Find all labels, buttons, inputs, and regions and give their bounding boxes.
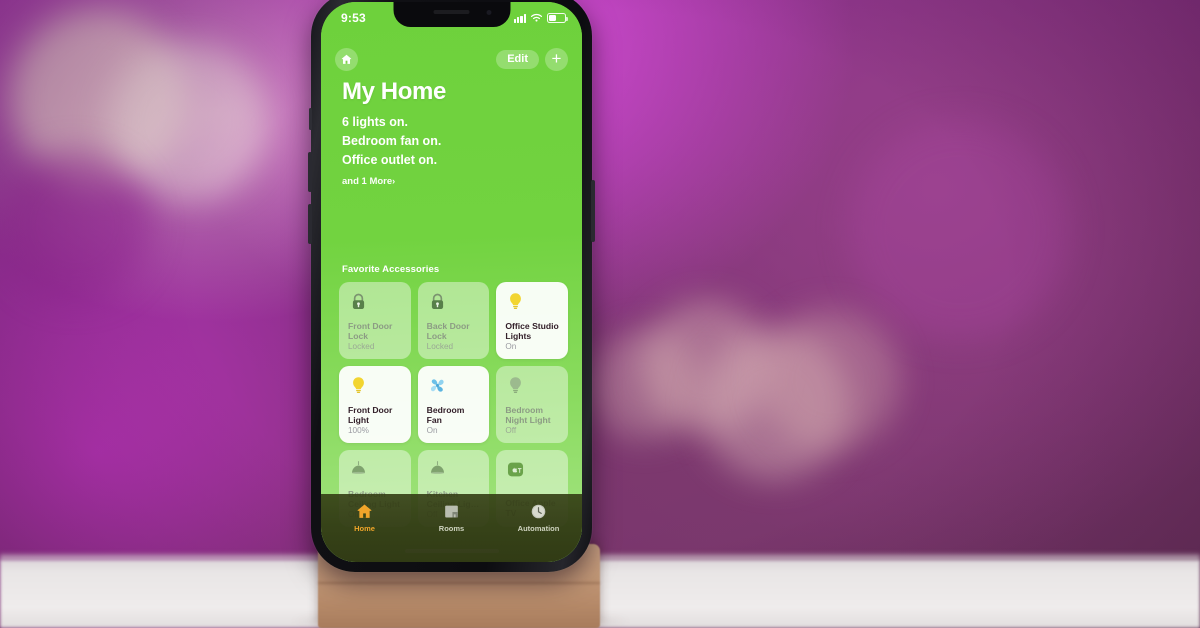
device-notch bbox=[393, 2, 510, 27]
accessory-text: Bedroom Fan On bbox=[427, 405, 482, 436]
accessory-name: Bedroom Night Light bbox=[505, 404, 551, 425]
lightbulb-icon bbox=[505, 375, 527, 397]
home-selector-button[interactable] bbox=[335, 48, 358, 71]
and-more-link[interactable]: and 1 More› bbox=[342, 176, 566, 187]
accessory-state: On bbox=[426, 426, 438, 436]
accessory-state: 100% bbox=[348, 426, 369, 436]
home-status-line: Bedroom fan on. bbox=[342, 134, 442, 148]
status-time: 9:53 bbox=[341, 11, 366, 25]
accessory-state: On bbox=[505, 342, 517, 352]
accessory-name: Office Studio Lights bbox=[505, 320, 559, 341]
phone-screen: 9:53 Edit + My Home 6 lights on. Bedroom… bbox=[321, 2, 582, 562]
lightbulb-icon bbox=[348, 375, 370, 397]
status-indicators bbox=[513, 13, 568, 23]
rooms-icon bbox=[441, 500, 463, 522]
volume-up-button[interactable] bbox=[308, 152, 312, 192]
accessory-state: Off bbox=[505, 426, 517, 436]
edit-button[interactable]: Edit bbox=[496, 50, 539, 69]
iphone-device: 9:53 Edit + My Home 6 lights on. Bedroom… bbox=[308, 0, 595, 572]
clock-icon bbox=[528, 500, 550, 522]
accessory-text: Back Door Lock Locked bbox=[427, 321, 482, 352]
plus-icon: + bbox=[551, 49, 562, 68]
accessory-text: Front Door Light 100% bbox=[348, 405, 403, 436]
tab-rooms[interactable]: Rooms bbox=[408, 500, 495, 533]
accessory-name: Front Door Light bbox=[348, 404, 393, 425]
accessory-card[interactable]: Bedroom Fan On bbox=[417, 366, 490, 443]
accessory-card[interactable]: Bedroom Night Light Off bbox=[496, 366, 568, 443]
navbar-actions: Edit + bbox=[496, 48, 568, 71]
accessory-card[interactable]: Front Door Lock Locked bbox=[339, 282, 411, 359]
accessory-text: Bedroom Night Light Off bbox=[505, 405, 560, 436]
earpiece-speaker-icon bbox=[433, 10, 470, 14]
lock-icon bbox=[427, 291, 449, 313]
accessory-card[interactable]: Front Door Light 100% bbox=[339, 366, 411, 443]
accessory-state: Locked bbox=[426, 342, 454, 352]
tab-label: Home bbox=[354, 524, 375, 533]
accessory-text: Office Studio Lights On bbox=[505, 321, 560, 352]
accessory-name: Front Door Lock bbox=[348, 320, 393, 341]
section-title: Favorite Accessories bbox=[342, 264, 440, 275]
ceiling-light-icon bbox=[427, 459, 449, 481]
accessory-name: Bedroom Fan bbox=[426, 404, 465, 425]
tab-label: Automation bbox=[517, 524, 560, 533]
chevron-right-icon: › bbox=[392, 176, 396, 186]
house-icon bbox=[354, 500, 376, 522]
home-header: My Home 6 lights on. Bedroom fan on. Off… bbox=[342, 78, 566, 187]
cellular-signal-icon bbox=[513, 13, 526, 23]
accessories-grid: Front Door Lock Locked Back Door Lock Lo… bbox=[339, 282, 568, 527]
accessory-text: Front Door Lock Locked bbox=[348, 321, 403, 352]
tab-home[interactable]: Home bbox=[321, 500, 408, 533]
tab-bar: Home Rooms Automation bbox=[321, 494, 582, 562]
background-vignette bbox=[0, 0, 1200, 628]
accessory-name: Back Door Lock bbox=[426, 320, 470, 341]
home-status-line: 6 lights on. bbox=[342, 115, 408, 129]
lock-icon bbox=[348, 291, 370, 313]
lightbulb-icon bbox=[505, 291, 527, 313]
power-button[interactable] bbox=[591, 180, 595, 242]
accessory-card[interactable]: Back Door Lock Locked bbox=[417, 282, 490, 359]
page-title: My Home bbox=[342, 78, 446, 105]
silent-switch[interactable] bbox=[309, 108, 312, 130]
dock-seam bbox=[318, 582, 600, 584]
add-accessory-button[interactable]: + bbox=[545, 48, 568, 71]
front-camera-icon bbox=[486, 10, 491, 15]
and-more-label: and 1 More bbox=[342, 176, 393, 187]
apple-tv-icon bbox=[505, 459, 527, 481]
tab-label: Rooms bbox=[438, 524, 465, 533]
home-status-line: Office outlet on. bbox=[342, 153, 438, 167]
ceiling-light-icon bbox=[348, 459, 370, 481]
fan-icon bbox=[427, 375, 449, 397]
accessory-card[interactable]: Office Studio Lights On bbox=[496, 282, 568, 359]
volume-down-button[interactable] bbox=[308, 204, 312, 244]
accessory-state: Locked bbox=[348, 342, 375, 352]
battery-icon bbox=[547, 13, 568, 23]
favorite-accessories-section: Favorite Accessories Front Door Lock Loc… bbox=[339, 264, 568, 527]
home-app-navbar: Edit + bbox=[321, 48, 582, 71]
photo-scene: 9:53 Edit + My Home 6 lights on. Bedroom… bbox=[0, 0, 1200, 628]
tab-automation[interactable]: Automation bbox=[495, 500, 582, 533]
wifi-icon bbox=[530, 13, 543, 22]
house-icon bbox=[341, 54, 352, 64]
tabletop-edge bbox=[0, 553, 1200, 560]
